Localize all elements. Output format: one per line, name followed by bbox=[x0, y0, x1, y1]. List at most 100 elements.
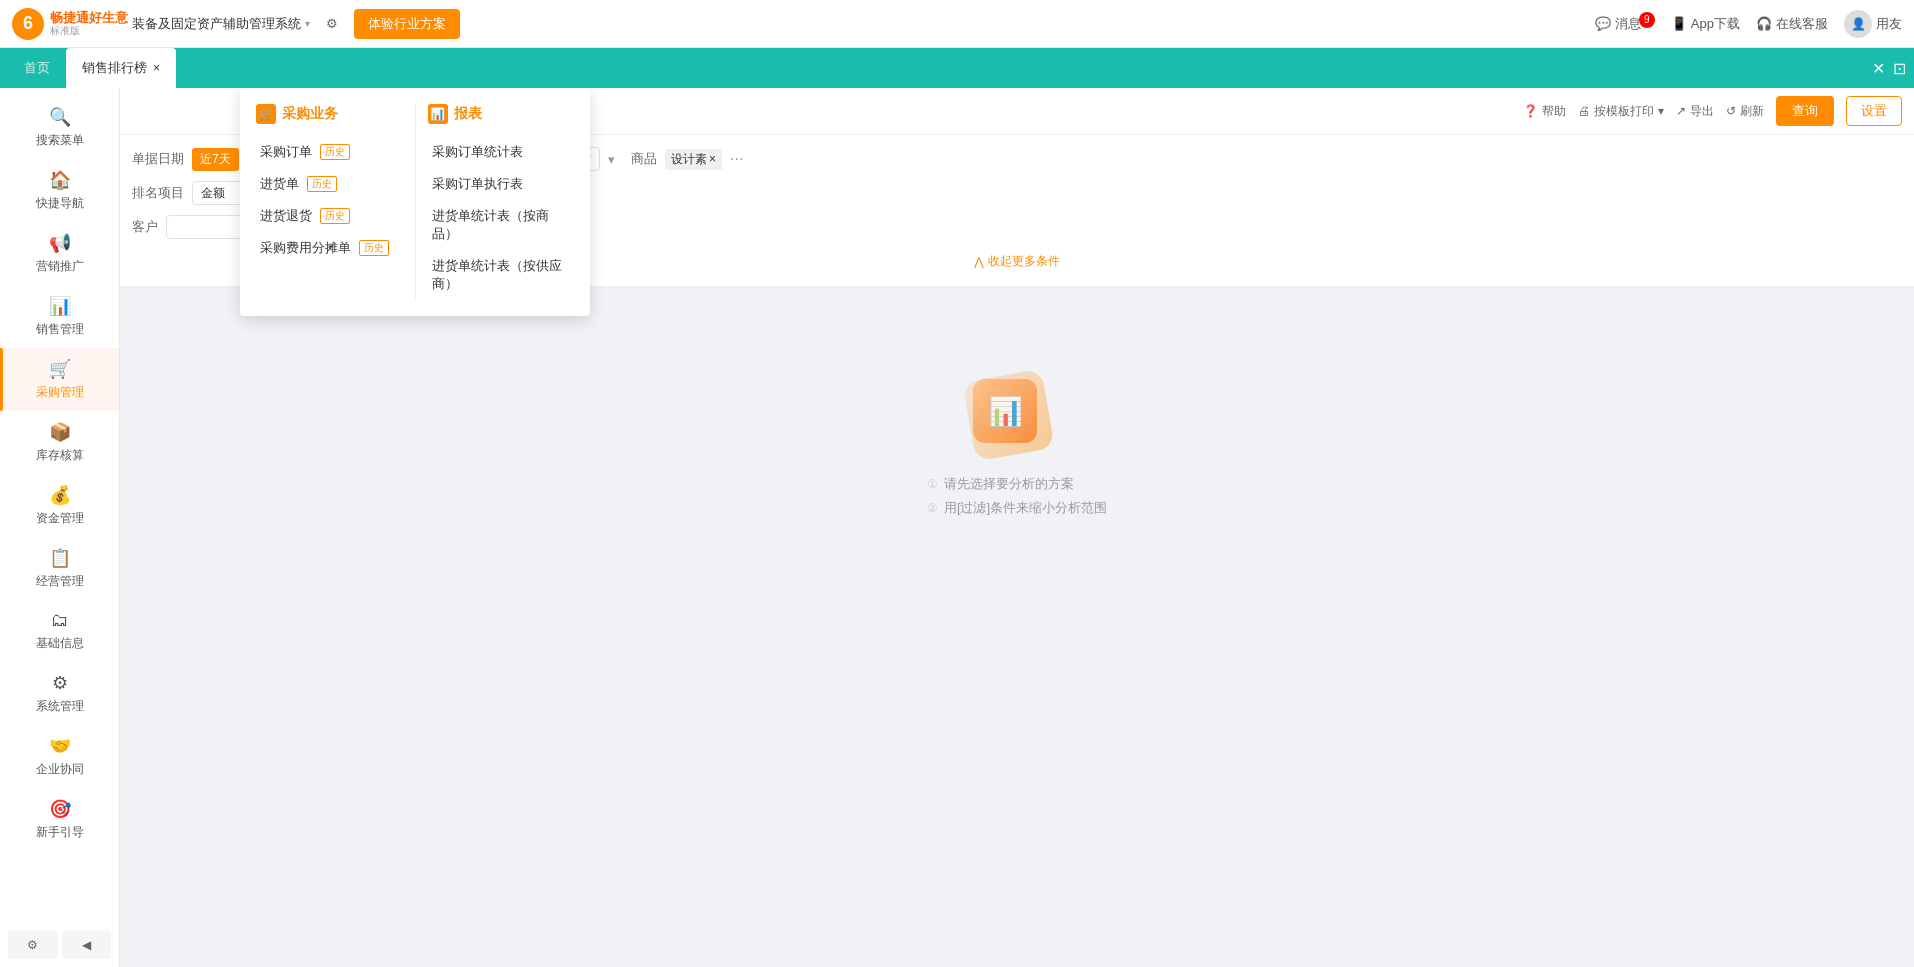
nav-center: 装备及固定资产辅助管理系统 ▾ ⚙ 体验行业方案 bbox=[132, 9, 1595, 39]
sidebar-item-search[interactable]: 🔍 搜索菜单 bbox=[0, 96, 119, 159]
hint-text-2: 用[过滤]条件来缩小分析范围 bbox=[944, 499, 1107, 517]
dropdown-right-title: 📊 报表 bbox=[428, 104, 575, 124]
refresh-icon: ↺ bbox=[1726, 104, 1736, 118]
goods-more-btn[interactable]: ··· bbox=[730, 150, 743, 168]
empty-hint-2: ② 用[过滤]条件来缩小分析范围 bbox=[927, 499, 1107, 517]
filter-date-label: 单据日期 bbox=[132, 150, 184, 168]
message-icon: 💬 bbox=[1595, 16, 1611, 31]
logo-icon: 6 bbox=[12, 8, 44, 40]
refresh-btn[interactable]: ↺ 刷新 bbox=[1726, 103, 1764, 120]
sidebar-item-quick-nav[interactable]: 🏠 快捷导航 bbox=[0, 159, 119, 222]
help-icon: ❓ bbox=[1523, 104, 1538, 118]
close-window-icon[interactable]: ✕ bbox=[1872, 59, 1885, 78]
base-info-icon: 🗂 bbox=[51, 610, 69, 631]
help-btn[interactable]: ❓ 帮助 bbox=[1523, 103, 1566, 120]
system-title: 装备及固定资产辅助管理系统 ▾ bbox=[132, 15, 310, 33]
logo-text: 畅捷通好生意 标准版 bbox=[50, 10, 128, 38]
marketing-icon: 📢 bbox=[49, 232, 71, 254]
purchase-icon: 🛒 bbox=[49, 358, 71, 380]
industry-button[interactable]: 体验行业方案 bbox=[354, 9, 460, 39]
sidebar-item-purchase[interactable]: 🛒 采购管理 bbox=[0, 348, 119, 411]
finance-icon: 💰 bbox=[49, 484, 71, 506]
sidebar-item-guide[interactable]: 🎯 新手引导 bbox=[0, 788, 119, 851]
sidebar-item-finance[interactable]: 💰 资金管理 bbox=[0, 474, 119, 537]
sidebar-settings-btn[interactable]: ⚙ bbox=[8, 931, 58, 959]
dropdown-item-report-1[interactable]: 采购订单统计表 bbox=[428, 136, 575, 168]
avatar: 👤 bbox=[1844, 10, 1872, 38]
dropdown-left-title: 🛒 采购业务 bbox=[256, 104, 403, 124]
dropdown-item-report-2[interactable]: 采购订单执行表 bbox=[428, 168, 575, 200]
dropdown-item-report-3[interactable]: 进货单统计表（按商品） bbox=[428, 200, 575, 250]
dropdown-divider bbox=[415, 104, 416, 300]
user-item[interactable]: 👤 用友 bbox=[1844, 10, 1902, 38]
collapse-btn[interactable]: ⋀ 收起更多条件 bbox=[974, 253, 1060, 270]
dropdown-right-col: 📊 报表 采购订单统计表 采购订单执行表 进货单统计表（按商品） 进货单统计表（… bbox=[428, 104, 575, 300]
online-service-item[interactable]: 🎧 在线客服 bbox=[1756, 15, 1828, 33]
goods-tag-close-icon[interactable]: × bbox=[709, 152, 716, 166]
maximize-icon[interactable]: ⊡ bbox=[1893, 59, 1906, 78]
operations-icon: 📋 bbox=[49, 547, 71, 569]
history-badge-2[interactable]: 历史 bbox=[320, 208, 350, 224]
sidebar-item-base-info[interactable]: 🗂 基础信息 bbox=[0, 600, 119, 662]
app-download-item[interactable]: 📱 App下载 bbox=[1671, 15, 1740, 33]
sidebar-item-enterprise[interactable]: 🤝 企业协同 bbox=[0, 725, 119, 788]
enterprise-icon: 🤝 bbox=[49, 735, 71, 757]
tab-sales-ranking[interactable]: 销售排行榜 × bbox=[66, 48, 176, 88]
history-badge-1[interactable]: 历史 bbox=[307, 176, 337, 192]
nav-right: 💬 消息 9 📱 App下载 🎧 在线客服 👤 用友 bbox=[1595, 10, 1902, 38]
headset-icon: 🎧 bbox=[1756, 16, 1772, 31]
filter-expand-icon: ▾ bbox=[608, 152, 615, 167]
sidebar-item-operations[interactable]: 📋 经营管理 bbox=[0, 537, 119, 600]
goods-tag[interactable]: 设计素 × bbox=[665, 149, 722, 170]
tab-bar: 首页 销售排行榜 × ✕ ⊡ bbox=[0, 48, 1914, 88]
top-nav: 6 畅捷通好生意 标准版 装备及固定资产辅助管理系统 ▾ ⚙ 体验行业方案 💬 … bbox=[0, 0, 1914, 48]
empty-icon-main: 📊 bbox=[973, 379, 1037, 443]
tab-close-icon[interactable]: × bbox=[153, 61, 160, 75]
sidebar-item-inventory[interactable]: 📦 库存核算 bbox=[0, 411, 119, 474]
print-dropdown-icon: ▾ bbox=[1658, 104, 1664, 118]
filter-goods: 商品 设计素 × ··· bbox=[631, 149, 743, 170]
sales-icon: 📊 bbox=[49, 295, 71, 317]
sidebar-collapse-btn[interactable]: ◀ bbox=[62, 931, 112, 959]
purchase-title-icon: 🛒 bbox=[256, 104, 276, 124]
print-icon: 🖨 bbox=[1578, 104, 1590, 118]
main-content: 🛒 采购业务 采购订单 历史 进货单 历史 进货退货 历史 采购费用分摊单 bbox=[120, 88, 1914, 967]
dropdown-item-report-4[interactable]: 进货单统计表（按供应商） bbox=[428, 250, 575, 300]
system-icon: ⚙ bbox=[52, 672, 68, 694]
export-icon: ↗ bbox=[1676, 104, 1686, 118]
dropdown-item-purchase-return[interactable]: 进货退货 历史 bbox=[256, 200, 403, 232]
export-btn[interactable]: ↗ 导出 bbox=[1676, 103, 1714, 120]
chevron-down-icon[interactable]: ▾ bbox=[305, 18, 310, 29]
empty-state: 📊 ① 请先选择要分析的方案 ② 用[过滤]条件来缩小分析范围 bbox=[120, 287, 1914, 597]
sidebar-item-system[interactable]: ⚙ 系统管理 bbox=[0, 662, 119, 725]
report-title-icon: 📊 bbox=[428, 104, 448, 124]
print-btn[interactable]: 🖨 按模板打印 ▾ bbox=[1578, 103, 1664, 120]
message-item[interactable]: 💬 消息 9 bbox=[1595, 15, 1655, 33]
hint-num-1: ① bbox=[927, 477, 938, 491]
guide-icon: 🎯 bbox=[49, 798, 71, 820]
settings-button[interactable]: 设置 bbox=[1846, 96, 1902, 126]
dropdown-item-purchase-order[interactable]: 采购订单 历史 bbox=[256, 136, 403, 168]
tab-right-controls: ✕ ⊡ bbox=[1872, 59, 1906, 78]
date-chip-7days[interactable]: 近7天 bbox=[192, 148, 239, 171]
sidebar-item-marketing[interactable]: 📢 营销推广 bbox=[0, 222, 119, 285]
empty-hints: ① 请先选择要分析的方案 ② 用[过滤]条件来缩小分析范围 bbox=[927, 475, 1107, 517]
settings-icon-btn[interactable]: ⚙ bbox=[318, 10, 346, 38]
tab-home[interactable]: 首页 bbox=[8, 48, 66, 88]
sidebar-item-sales[interactable]: 📊 销售管理 bbox=[0, 285, 119, 348]
search-icon: 🔍 bbox=[49, 106, 71, 128]
home-icon: 🏠 bbox=[49, 169, 71, 191]
dropdown-item-purchase-expense[interactable]: 采购费用分摊单 历史 bbox=[256, 232, 403, 264]
logo-area: 6 畅捷通好生意 标准版 bbox=[12, 8, 132, 40]
query-button[interactable]: 查询 bbox=[1776, 96, 1834, 126]
phone-icon: 📱 bbox=[1671, 16, 1687, 31]
filter-goods-label: 商品 bbox=[631, 150, 657, 168]
collapse-up-icon: ⋀ bbox=[974, 255, 984, 269]
history-badge-3[interactable]: 历史 bbox=[359, 240, 389, 256]
logo-subtitle: 标准版 bbox=[50, 25, 128, 37]
history-badge-0[interactable]: 历史 bbox=[320, 144, 350, 160]
inventory-icon: 📦 bbox=[49, 421, 71, 443]
message-badge: 9 bbox=[1639, 12, 1655, 28]
hint-num-2: ② bbox=[927, 501, 938, 515]
dropdown-item-purchase-receipt[interactable]: 进货单 历史 bbox=[256, 168, 403, 200]
